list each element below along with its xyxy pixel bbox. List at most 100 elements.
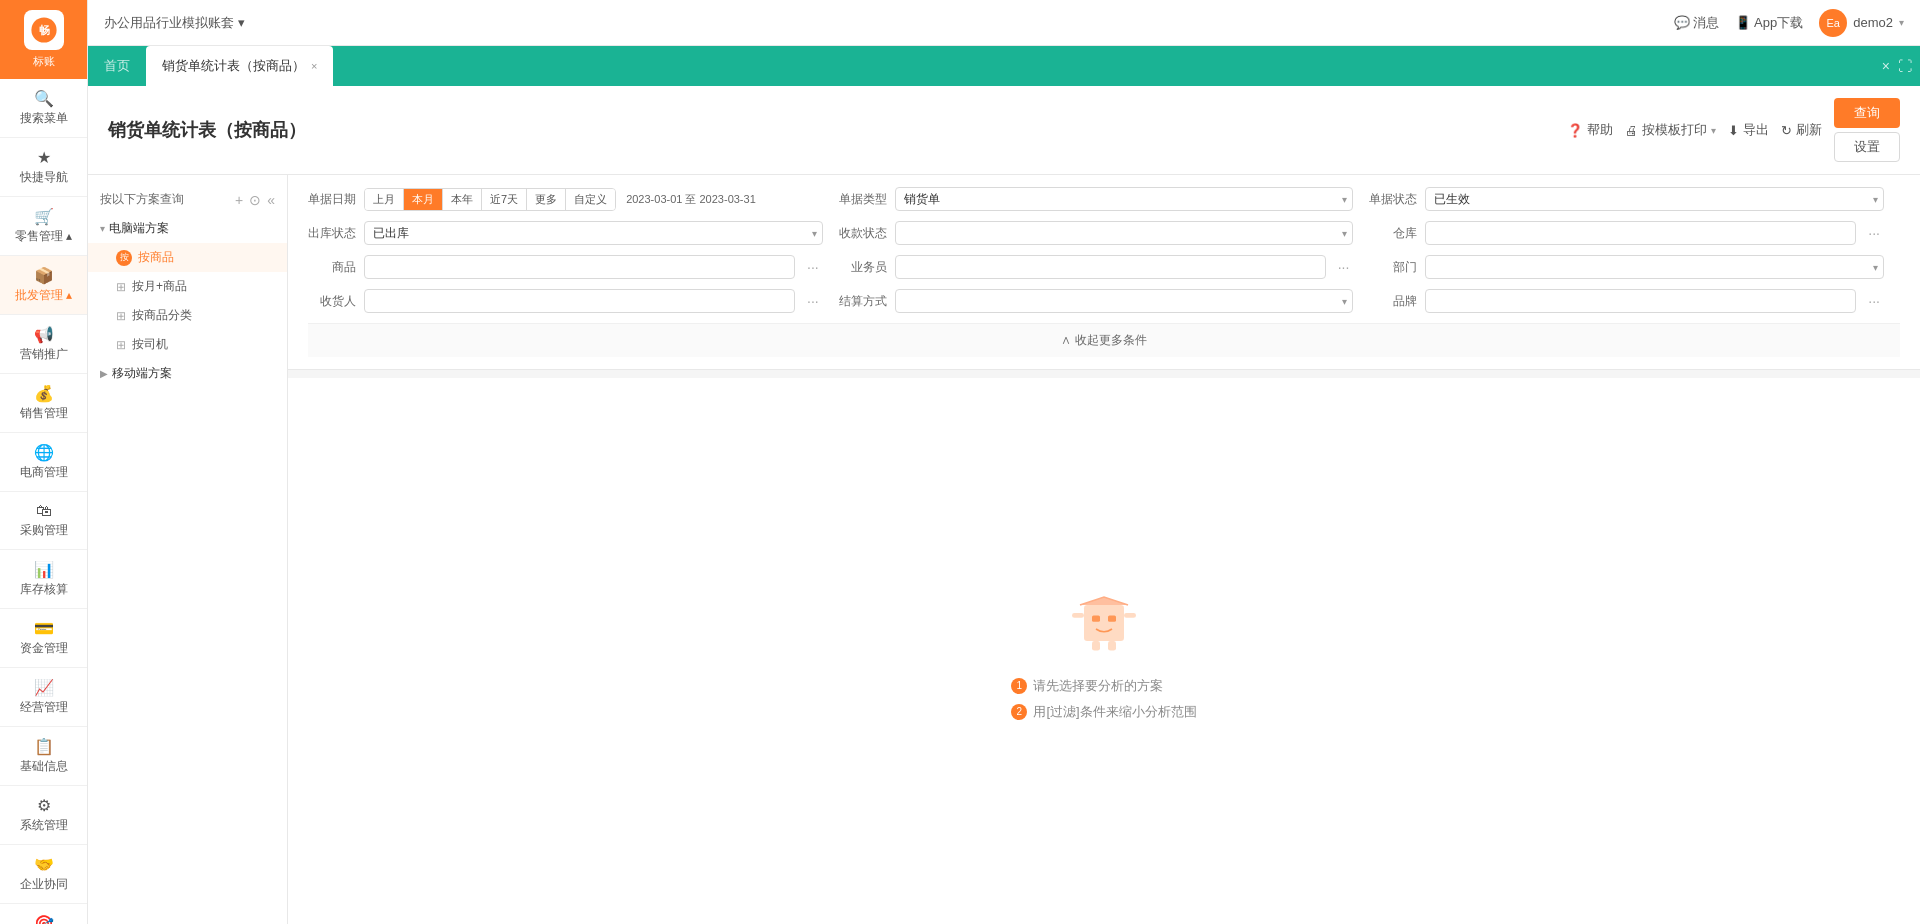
scheme-by-goods-icon: 按	[116, 250, 132, 266]
sidebar-item-basic-info[interactable]: 📋 基础信息	[0, 727, 87, 786]
logo-text: 标账	[33, 54, 55, 69]
refresh-button[interactable]: ↻ 刷新	[1781, 121, 1822, 139]
app-download-label: App下载	[1754, 15, 1803, 30]
sidebar-item-finance[interactable]: 💳 资金管理	[0, 609, 87, 668]
payment-select[interactable]	[895, 221, 1354, 245]
date-range-display: 2023-03-01 至 2023-03-31	[626, 192, 756, 207]
settlement-select[interactable]	[895, 289, 1354, 313]
scheme-category-label: 按商品分类	[132, 307, 192, 324]
docstatus-select[interactable]: 已生效	[1425, 187, 1884, 211]
tab-home[interactable]: 首页	[88, 46, 146, 86]
left-panel-title: 按以下方案查询	[100, 191, 184, 208]
filter-col-brand: 品牌 ···	[1369, 289, 1900, 313]
sales-icon: 💰	[4, 384, 83, 403]
period-btn-more[interactable]: 更多	[527, 189, 566, 210]
sidebar-item-ecommerce[interactable]: 🌐 电商管理	[0, 433, 87, 492]
sidebar-item-retail[interactable]: 🛒 零售管理 ▴	[0, 197, 87, 256]
marketing-icon: 📢	[4, 325, 83, 344]
window-maximize-icon[interactable]: ⛶	[1898, 58, 1912, 74]
page-header: 销货单统计表（按商品） ❓ 帮助 🖨 按模板打印 ▾ ⬇ 导出 ↻ 刷新	[88, 86, 1920, 175]
sidebar-item-purchase[interactable]: 🛍 采购管理	[0, 492, 87, 550]
doctype-select[interactable]: 销货单	[895, 187, 1354, 211]
app-download-button[interactable]: 📱 App下载	[1735, 14, 1803, 32]
sidebar-item-sales[interactable]: 💰 销售管理	[0, 374, 87, 433]
department-select[interactable]	[1425, 255, 1884, 279]
scheme-item-by-month-goods[interactable]: ⊞ 按月+商品	[88, 272, 287, 301]
top-bar-right: 💬 消息 📱 App下载 Ea demo2 ▾	[1674, 9, 1904, 37]
sidebar-item-guide[interactable]: 🎯 新手引导	[0, 904, 87, 924]
svg-rect-7	[1092, 641, 1100, 651]
user-name[interactable]: demo2	[1853, 15, 1893, 30]
sidebar-item-quick-nav[interactable]: ★ 快捷导航	[0, 138, 87, 197]
filter-col-docstatus: 单据状态 已生效 ▾	[1369, 187, 1900, 211]
mobile-group-label: 移动端方案	[112, 365, 172, 382]
main-area: 办公用品行业模拟账套 ▾ 💬 消息 📱 App下载 Ea demo2 ▾	[88, 0, 1920, 924]
settings-scheme-icon[interactable]: ⊙	[249, 192, 261, 208]
filter-col-warehouse: 仓库 ···	[1369, 221, 1900, 245]
filter-col-outstatus: 出库状态 已出库 ▾	[308, 221, 839, 245]
consignee-input[interactable]	[364, 289, 795, 313]
finance-icon: 💳	[4, 619, 83, 638]
scheme-group-pc-title[interactable]: ▾ 电脑端方案	[88, 214, 287, 243]
date-period-selector: 上月 本月 本年 近7天 更多 自定义	[364, 188, 616, 211]
sidebar-item-enterprise[interactable]: 🤝 企业协同	[0, 845, 87, 904]
goods-input[interactable]	[364, 255, 795, 279]
scheme-month-goods-label: 按月+商品	[132, 278, 187, 295]
query-button[interactable]: 查询	[1834, 98, 1900, 128]
refresh-label: 刷新	[1796, 121, 1822, 139]
sidebar-item-search-menu[interactable]: 🔍 搜索菜单	[0, 79, 87, 138]
period-btn-this-year[interactable]: 本年	[443, 189, 482, 210]
left-panel: 按以下方案查询 + ⊙ « ▾ 电脑端方案 按 按商品	[88, 175, 288, 924]
sidebar-marketing-label: 营销推广	[20, 347, 68, 361]
sidebar-item-system[interactable]: ⚙ 系统管理	[0, 786, 87, 845]
brand-dots-icon[interactable]: ···	[1864, 293, 1884, 309]
salesman-dots-icon[interactable]: ···	[1334, 259, 1354, 275]
salesman-input[interactable]	[895, 255, 1326, 279]
collapse-panel-icon[interactable]: «	[267, 192, 275, 208]
scheme-category-icon: ⊞	[116, 309, 126, 323]
user-dropdown-icon[interactable]: ▾	[1899, 17, 1904, 28]
docstatus-label: 单据状态	[1369, 191, 1417, 208]
warehouse-input[interactable]	[1425, 221, 1856, 245]
brand-input[interactable]	[1425, 289, 1856, 313]
sidebar-item-inventory[interactable]: 📊 库存核算	[0, 550, 87, 609]
add-scheme-icon[interactable]: +	[235, 192, 243, 208]
export-button[interactable]: ⬇ 导出	[1728, 121, 1769, 139]
tab-home-label: 首页	[104, 57, 130, 75]
print-dropdown-icon[interactable]: ▾	[1711, 125, 1716, 136]
print-button[interactable]: 🖨 按模板打印 ▾	[1625, 121, 1716, 139]
sidebar-item-marketing[interactable]: 📢 营销推广	[0, 315, 87, 374]
tab-sales-statistics[interactable]: 销货单统计表（按商品） ×	[146, 46, 333, 86]
period-btn-last-month[interactable]: 上月	[365, 189, 404, 210]
industry-selector[interactable]: 办公用品行业模拟账套 ▾	[104, 14, 245, 32]
tab-close-icon[interactable]: ×	[311, 60, 317, 72]
filter-date-value: 上月 本月 本年 近7天 更多 自定义 2023-03-01 至 2023-03…	[364, 188, 823, 211]
svg-rect-5	[1072, 613, 1084, 618]
scheme-item-by-goods[interactable]: 按 按商品	[88, 243, 287, 272]
panel-header-icons: + ⊙ «	[235, 192, 275, 208]
docstatus-select-wrapper: 已生效 ▾	[1425, 187, 1884, 211]
enterprise-icon: 🤝	[4, 855, 83, 874]
consignee-dots-icon[interactable]: ···	[803, 293, 823, 309]
period-btn-7days[interactable]: 近7天	[482, 189, 527, 210]
period-btn-this-month[interactable]: 本月	[404, 189, 443, 210]
filter-col-doctype: 单据类型 销货单 ▾	[839, 187, 1370, 211]
outstatus-select[interactable]: 已出库	[364, 221, 823, 245]
warehouse-dots-icon[interactable]: ···	[1864, 225, 1884, 241]
scheme-item-by-driver[interactable]: ⊞ 按司机	[88, 330, 287, 359]
window-close-icon[interactable]: ×	[1882, 58, 1890, 74]
period-btn-custom[interactable]: 自定义	[566, 189, 615, 210]
goods-dots-icon[interactable]: ···	[803, 259, 823, 275]
help-button[interactable]: ❓ 帮助	[1567, 121, 1613, 139]
salesman-label: 业务员	[839, 259, 887, 276]
sidebar-finance-label: 资金管理	[20, 641, 68, 655]
collapse-label: ∧ 收起更多条件	[1061, 333, 1146, 347]
sidebar-item-operations[interactable]: 📈 经营管理	[0, 668, 87, 727]
chevron-down-icon: ▾	[100, 223, 105, 234]
collapse-conditions-button[interactable]: ∧ 收起更多条件	[308, 323, 1900, 357]
message-button[interactable]: 💬 消息	[1674, 14, 1720, 32]
scheme-item-by-category[interactable]: ⊞ 按商品分类	[88, 301, 287, 330]
sidebar-item-wholesale[interactable]: 📦 批发管理 ▴	[0, 256, 87, 315]
scheme-group-mobile-title[interactable]: ▶ 移动端方案	[88, 359, 287, 388]
settings-button[interactable]: 设置	[1834, 132, 1900, 162]
